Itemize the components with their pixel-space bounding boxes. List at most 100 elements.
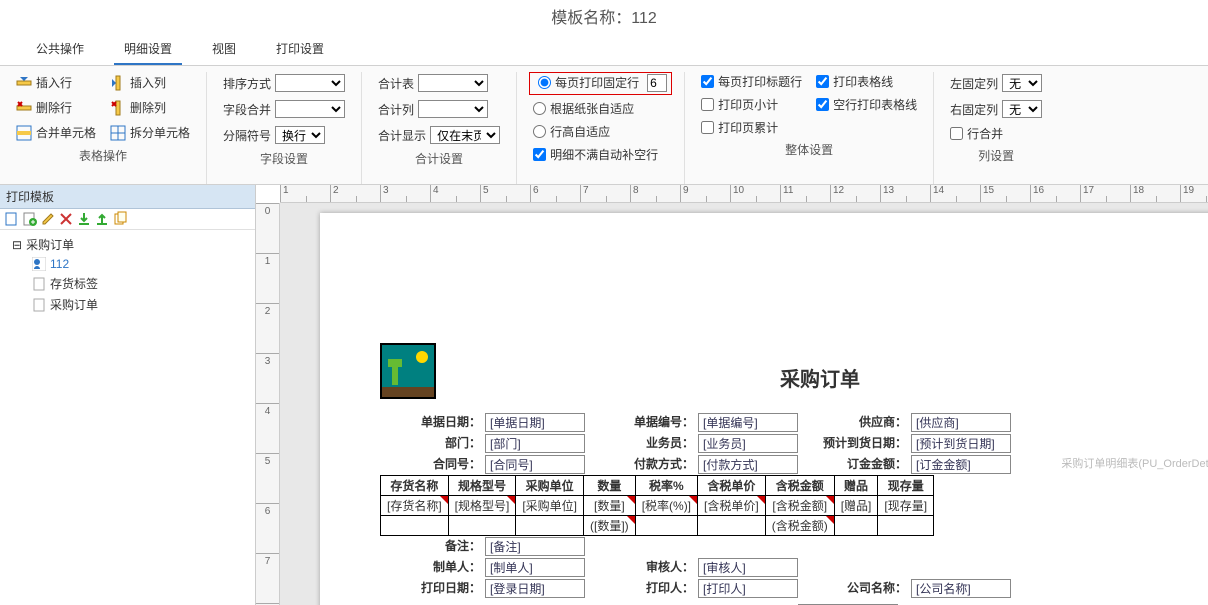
col-header[interactable]: 赠品 [834, 476, 878, 496]
table-cell[interactable]: [采购单位] [516, 496, 584, 516]
bill-date-field[interactable]: [单据日期] [485, 413, 585, 432]
table-cell[interactable]: [含税单价] [698, 496, 766, 516]
auto-height-radio-row[interactable]: 行高自适应 [529, 122, 672, 141]
sort-mode-select[interactable] [275, 74, 345, 92]
table-cell[interactable]: [含税金额] [765, 496, 834, 516]
tree-item-order[interactable]: 采购订单 [4, 294, 251, 315]
split-icon [110, 125, 126, 141]
right-fixed-select[interactable]: 无 [1002, 100, 1042, 118]
print-cumulative-row[interactable]: 打印页累计 [697, 118, 806, 137]
insert-col-button[interactable]: 插入列 [106, 72, 194, 93]
import-icon[interactable] [76, 211, 92, 227]
print-header-row[interactable]: 每页打印标题行 [697, 72, 806, 91]
col-header[interactable]: 采购单位 [516, 476, 584, 496]
blank-grid-row[interactable]: 空行打印表格线 [812, 95, 921, 114]
auto-height-radio[interactable] [533, 125, 546, 138]
expect-date-field[interactable]: [预计到货日期] [911, 434, 1011, 453]
delete-col-button[interactable]: 删除列 [106, 97, 194, 118]
table-cell[interactable] [448, 516, 516, 536]
auto-paper-radio[interactable] [533, 102, 546, 115]
export-icon[interactable] [94, 211, 110, 227]
sum-amt-cell[interactable]: (含税金额) [765, 516, 834, 536]
salesman-field[interactable]: [业务员] [698, 434, 798, 453]
table-cell[interactable] [635, 516, 697, 536]
fixed-rows-input[interactable] [647, 74, 667, 92]
separator-select[interactable]: 换行 [275, 126, 325, 144]
dept-field[interactable]: [部门] [485, 434, 585, 453]
merge-cells-button[interactable]: 合并单元格 [12, 122, 100, 143]
sum-qty-cell[interactable]: ([数量]) [584, 516, 636, 536]
delete-icon[interactable] [58, 211, 74, 227]
col-merge-row[interactable]: 行合并 [946, 124, 1046, 143]
total-show-select[interactable]: 仅在末页 [430, 126, 500, 144]
tab-view[interactable]: 视图 [202, 36, 246, 65]
col-header[interactable]: 数量 [584, 476, 636, 496]
auditor-field[interactable]: [审核人] [698, 558, 798, 577]
split-cells-button[interactable]: 拆分单元格 [106, 122, 194, 143]
col-header[interactable]: 现存量 [878, 476, 934, 496]
table-cell[interactable]: [数量] [584, 496, 636, 516]
ruler-tick: 11 [780, 185, 830, 202]
print-cumulative-check[interactable] [701, 121, 714, 134]
table-cell[interactable] [381, 516, 449, 536]
col-merge-check[interactable] [950, 127, 963, 140]
table-cell[interactable]: [现存量] [878, 496, 934, 516]
pay-mode-field[interactable]: [付款方式] [698, 455, 798, 474]
total-col-row: 合计列 [374, 98, 504, 120]
canvas[interactable]: 采购订单 单据日期：[单据日期] 单据编号：[单据编号] 供应商：[供应商] 部… [280, 203, 1208, 605]
table-cell[interactable] [516, 516, 584, 536]
col-header[interactable]: 含税金额 [765, 476, 834, 496]
tree-item-label-tag[interactable]: 存货标签 [4, 273, 251, 294]
table-cell[interactable]: [赠品] [834, 496, 878, 516]
tab-print[interactable]: 打印设置 [266, 36, 334, 65]
copy-icon[interactable] [112, 211, 128, 227]
tree-item-112[interactable]: 112 [4, 255, 251, 273]
table-cell[interactable]: [税率(%)] [635, 496, 697, 516]
col-header[interactable]: 存货名称 [381, 476, 449, 496]
new-icon[interactable] [4, 211, 20, 227]
tab-detail[interactable]: 明细设置 [114, 36, 182, 65]
detail-table[interactable]: 存货名称 规格型号 采购单位 数量 税率% 含税单价 含税金额 赠品 现存量 [… [380, 475, 934, 536]
print-subtotal-check[interactable] [701, 98, 714, 111]
delete-row-button[interactable]: 删除行 [12, 97, 100, 118]
total-table-select[interactable] [418, 74, 488, 92]
print-subtotal-row[interactable]: 打印页小计 [697, 95, 806, 114]
auto-paper-radio-row[interactable]: 根据纸张自适应 [529, 99, 672, 118]
deposit-field[interactable]: [订金金额] [911, 455, 1011, 474]
page[interactable]: 采购订单 单据日期：[单据日期] 单据编号：[单据编号] 供应商：[供应商] 部… [320, 213, 1208, 605]
edit-icon[interactable] [40, 211, 56, 227]
total-col-select[interactable] [418, 100, 488, 118]
tree-root[interactable]: ⊟采购订单 [4, 234, 251, 255]
table-cell[interactable] [698, 516, 766, 536]
fixed-rows-radio-row[interactable]: 每页打印固定行 [534, 73, 643, 92]
bill-no-field[interactable]: [单据编号] [698, 413, 798, 432]
printer-field[interactable]: [打印人] [698, 579, 798, 598]
left-fixed-select[interactable]: 无 [1002, 74, 1042, 92]
field-merge-select[interactable] [275, 100, 345, 118]
company-field[interactable]: [公司名称] [911, 579, 1011, 598]
table-cell[interactable]: [存货名称] [381, 496, 449, 516]
add-icon[interactable] [22, 211, 38, 227]
tab-common[interactable]: 公共操作 [26, 36, 94, 65]
print-grid-row[interactable]: 打印表格线 [812, 72, 921, 91]
fixed-rows-radio[interactable] [538, 76, 551, 89]
ruler-tick: 4 [256, 403, 279, 453]
no-blank-check-row[interactable]: 明细不满自动补空行 [529, 145, 672, 164]
blank-grid-check[interactable] [816, 98, 829, 111]
contract-field[interactable]: [合同号] [485, 455, 585, 474]
document-title[interactable]: 采购订单 [320, 363, 1208, 392]
print-grid-check[interactable] [816, 75, 829, 88]
col-header[interactable]: 税率% [635, 476, 697, 496]
creator-field[interactable]: [制单人] [485, 558, 585, 577]
table-cell[interactable] [834, 516, 878, 536]
col-header[interactable]: 规格型号 [448, 476, 516, 496]
table-cell[interactable]: [规格型号] [448, 496, 516, 516]
insert-row-button[interactable]: 插入行 [12, 72, 100, 93]
col-header[interactable]: 含税单价 [698, 476, 766, 496]
table-cell[interactable] [878, 516, 934, 536]
remark-field[interactable]: [备注] [485, 537, 585, 556]
no-blank-check[interactable] [533, 148, 546, 161]
supplier-field[interactable]: [供应商] [911, 413, 1011, 432]
print-date-field[interactable]: [登录日期] [485, 579, 585, 598]
print-header-check[interactable] [701, 75, 714, 88]
